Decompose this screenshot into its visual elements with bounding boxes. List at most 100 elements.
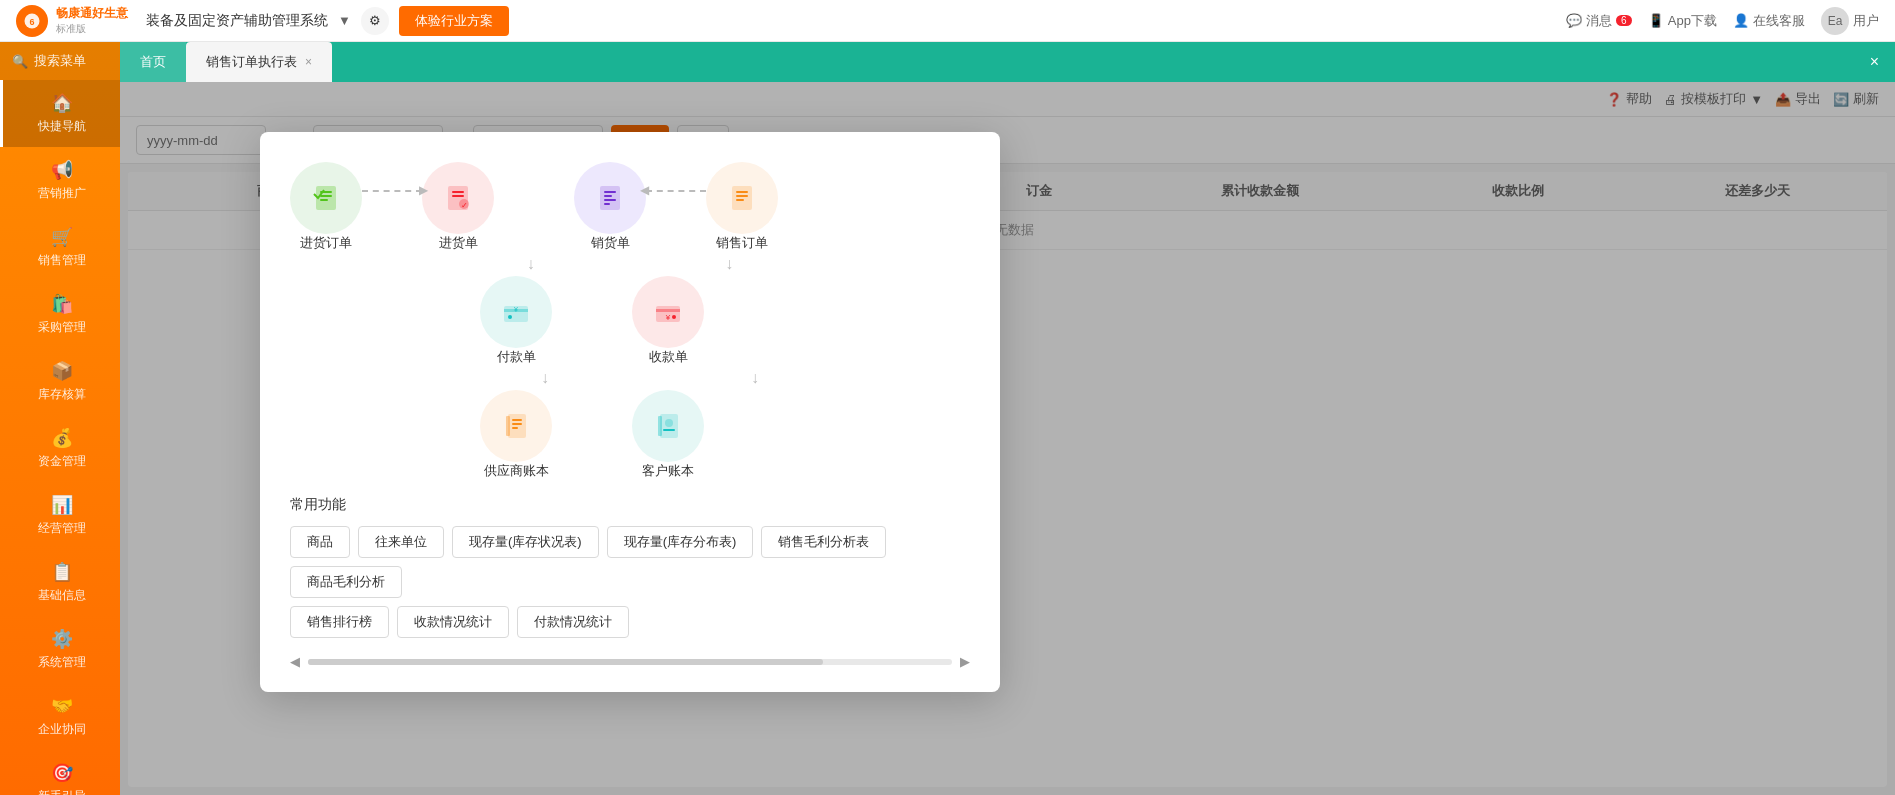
receipt-icon: ¥	[632, 276, 704, 348]
svg-rect-4	[320, 195, 332, 197]
sidebar-label-quick-nav: 快捷导航	[38, 118, 86, 135]
sidebar-item-collab[interactable]: 🤝 企业协同	[0, 683, 120, 750]
purchase-icon: 🛍️	[51, 293, 73, 315]
download-icon: 📱	[1648, 13, 1664, 28]
func-btn-payment-stat[interactable]: 付款情况统计	[517, 606, 629, 638]
sidebar-label-finance: 资金管理	[38, 453, 86, 470]
func-btn-goods[interactable]: 商品	[290, 526, 350, 558]
tab-sales-order[interactable]: 销售订单执行表 ×	[186, 42, 332, 82]
sales-order-icon	[706, 162, 778, 234]
tab-active-label: 销售订单执行表	[206, 53, 297, 71]
logo-main-text: 畅康通好生意	[56, 5, 128, 22]
message-button[interactable]: 💬 消息 6	[1566, 12, 1632, 30]
management-icon: 📊	[51, 494, 73, 516]
user-label: 用户	[1853, 12, 1879, 30]
arrow-down-payment: ↓	[480, 366, 610, 390]
sidebar-item-management[interactable]: 📊 经营管理	[0, 482, 120, 549]
purchase-icon: ✓	[422, 162, 494, 234]
svg-text:✓: ✓	[461, 201, 468, 210]
system-dropdown[interactable]: ▼	[338, 13, 351, 28]
svg-rect-14	[604, 199, 616, 201]
svg-text:6: 6	[29, 16, 34, 26]
svg-rect-13	[604, 195, 612, 197]
sidebar-label-management: 经营管理	[38, 520, 86, 537]
search-icon: 🔍	[12, 54, 28, 69]
customer-book-label: 客户账本	[642, 462, 694, 480]
func-btn-receipt-stat[interactable]: 收款情况统计	[397, 606, 509, 638]
spacer-d2-1	[290, 366, 480, 390]
logo-sub-text: 标准版	[56, 22, 128, 36]
tab-home[interactable]: 首页	[120, 42, 186, 82]
scroll-track	[308, 659, 952, 665]
sidebar-label-sales: 销售管理	[38, 252, 86, 269]
settings-button[interactable]: ⚙	[361, 7, 389, 35]
sidebar-item-purchase[interactable]: 🛍️ 采购管理	[0, 281, 120, 348]
purchase-order-label: 进货订单	[300, 234, 352, 252]
gear-icon: ⚙	[369, 13, 381, 28]
sidebar-item-sales[interactable]: 🛒 销售管理	[0, 214, 120, 281]
flow-node-payment: ¥ 付款单	[480, 276, 552, 366]
payment-icon: ¥	[480, 276, 552, 348]
func-btn-stock-status[interactable]: 现存量(库存状况表)	[452, 526, 599, 558]
func-btn-contacts[interactable]: 往来单位	[358, 526, 444, 558]
func-btn-goods-gross[interactable]: 商品毛利分析	[290, 566, 402, 598]
app-download-button[interactable]: 📱 App下载	[1648, 12, 1717, 30]
func-btn-sales-rank[interactable]: 销售排行榜	[290, 606, 389, 638]
sidebar-item-finance[interactable]: 💰 资金管理	[0, 415, 120, 482]
svg-point-35	[665, 419, 673, 427]
sidebar: 🔍 搜索菜单 🏠 快捷导航 📢 营销推广 🛒 销售管理 🛍️ 采购管理 📦	[0, 42, 120, 795]
svg-rect-30	[512, 419, 522, 421]
svg-rect-12	[604, 191, 616, 193]
flow-node-sale: 销货单	[574, 162, 646, 252]
scroll-right-arrow[interactable]: ▶	[960, 654, 970, 669]
sidebar-item-guide[interactable]: 🎯 新手引导	[0, 750, 120, 795]
system-title: 装备及固定资产辅助管理系统	[146, 12, 328, 30]
user-area[interactable]: Ea 用户	[1821, 7, 1879, 35]
customer-book-icon	[632, 390, 704, 462]
sales-icon: 🛒	[51, 226, 73, 248]
logo-text: 畅康通好生意 标准版	[56, 5, 128, 36]
inventory-icon: 📦	[51, 360, 73, 382]
sidebar-item-inventory[interactable]: 📦 库存核算	[0, 348, 120, 415]
svg-rect-18	[736, 195, 748, 197]
svg-rect-32	[512, 427, 518, 429]
scroll-left-arrow[interactable]: ◀	[290, 654, 300, 669]
sale-label: 销货单	[591, 234, 630, 252]
online-service-button[interactable]: 👤 在线客服	[1733, 12, 1805, 30]
tab-close-button[interactable]: ×	[305, 55, 312, 69]
sidebar-label-collab: 企业协同	[38, 721, 86, 738]
sidebar-item-basic[interactable]: 📋 基础信息	[0, 549, 120, 616]
message-label: 消息	[1586, 12, 1612, 30]
scroll-thumb[interactable]	[308, 659, 823, 665]
sale-icon	[574, 162, 646, 234]
func-btn-stock-dist[interactable]: 现存量(库存分布表)	[607, 526, 754, 558]
svg-rect-31	[512, 423, 522, 425]
sidebar-item-marketing[interactable]: 📢 营销推广	[0, 147, 120, 214]
modal-overlay: 进货订单 ▶ ✓	[120, 82, 1895, 795]
logo-icon: 6	[16, 5, 48, 37]
tab-bar-close-button[interactable]: ×	[1870, 53, 1895, 71]
svg-rect-25	[656, 309, 680, 312]
sidebar-label-marketing: 营销推广	[38, 185, 86, 202]
func-buttons-row-1: 商品 往来单位 现存量(库存状况表) 现存量(库存分布表) 销售毛利分析表 商品…	[290, 526, 970, 598]
flow-node-sales-order: 销售订单	[706, 162, 778, 252]
try-button[interactable]: 体验行业方案	[399, 6, 509, 36]
sidebar-label-basic: 基础信息	[38, 587, 86, 604]
func-btn-gross-analysis[interactable]: 销售毛利分析表	[761, 526, 886, 558]
sidebar-item-quick-nav[interactable]: 🏠 快捷导航	[0, 80, 120, 147]
home-icon: 🏠	[51, 92, 73, 114]
spacer-down-3	[592, 252, 668, 276]
spacer-d2-2	[610, 366, 690, 390]
sidebar-label-guide: 新手引导	[38, 788, 86, 795]
flow-node-receipt: ¥ 收款单	[632, 276, 704, 366]
purchase-order-icon	[290, 162, 362, 234]
sidebar-item-system[interactable]: ⚙️ 系统管理	[0, 616, 120, 683]
supplier-book-icon	[480, 390, 552, 462]
svg-rect-36	[663, 429, 675, 431]
guide-icon: 🎯	[51, 762, 73, 784]
search-menu-item[interactable]: 🔍 搜索菜单	[0, 42, 120, 80]
arrow-down-receipt: ↓	[690, 366, 820, 390]
spacer-down-4	[791, 252, 848, 276]
arrow-down-purchase: ↓	[469, 252, 592, 276]
flow-node-customer-book: 客户账本	[632, 390, 704, 480]
